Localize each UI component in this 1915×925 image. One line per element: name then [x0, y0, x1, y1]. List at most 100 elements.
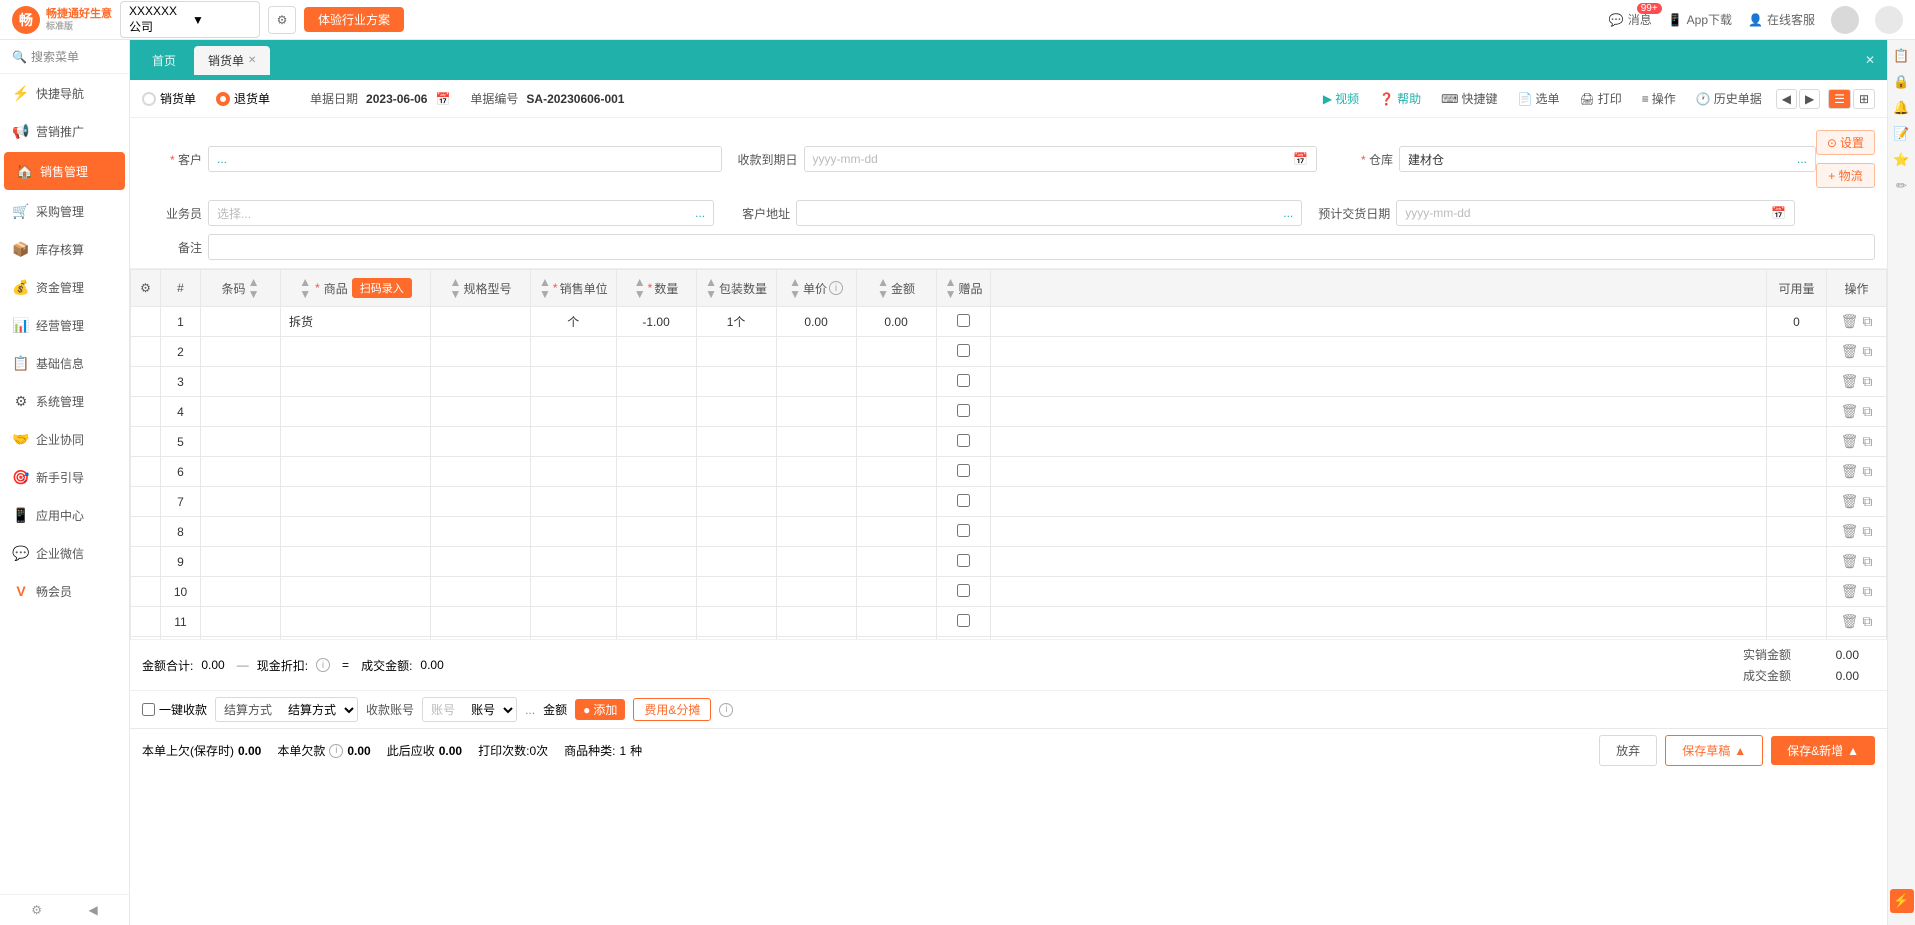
sidebar-item-guide[interactable]: 🎯 新手引导 [0, 458, 129, 496]
customer-addr-input[interactable]: ... [796, 200, 1302, 226]
add-payment-btn[interactable]: ● 添加 [575, 699, 625, 720]
due-date-input[interactable]: yyyy-mm-dd 📅 [804, 146, 1317, 172]
delete-row-icon[interactable]: 🗑 [1841, 463, 1859, 480]
settings-icon[interactable]: ⚙ [268, 6, 296, 34]
sidebar-item-appstore[interactable]: 📱 应用中心 [0, 496, 129, 534]
sidebar-item-enterprise[interactable]: 🤝 企业协同 [0, 420, 129, 458]
delete-row-icon[interactable]: 🗑 [1841, 553, 1859, 570]
rp-bell-icon[interactable]: 🔔 [1890, 96, 1914, 120]
avatar-extra[interactable] [1875, 6, 1903, 34]
gift-checkbox[interactable] [957, 314, 970, 327]
toolbar-operations-btn[interactable]: ≡ 操作 [1636, 88, 1682, 109]
sidebar-collapse-btn[interactable]: ◀ [89, 903, 98, 917]
one-click-input[interactable] [142, 703, 155, 716]
settings-button[interactable]: ⊙ 设置 [1816, 130, 1875, 155]
messages-btn[interactable]: 💬 消息 99+ [1609, 11, 1652, 28]
one-click-checkbox[interactable]: 一键收款 [142, 701, 207, 718]
row-gift[interactable] [936, 307, 991, 337]
copy-row-icon[interactable]: ⧉ [1862, 583, 1872, 600]
account-select[interactable]: 账号 账号 [422, 697, 517, 722]
view-grid-btn[interactable]: ⊞ [1853, 89, 1875, 109]
online-service-btn[interactable]: 👤 在线客服 [1748, 11, 1815, 28]
sidebar-item-operations[interactable]: 📊 经营管理 [0, 306, 129, 344]
rp-edit-icon[interactable]: 📝 [1890, 122, 1914, 146]
fee-info-icon[interactable]: i [719, 703, 733, 717]
copy-row-icon[interactable]: ⧉ [1862, 463, 1872, 480]
copy-row-icon[interactable]: ⧉ [1862, 523, 1872, 540]
copy-row-icon[interactable]: ⧉ [1862, 343, 1872, 360]
expected-date-cal-icon[interactable]: 📅 [1771, 206, 1786, 220]
tab-close-icon[interactable]: ✕ [248, 55, 256, 66]
row-pkg[interactable]: 1个 [696, 307, 776, 337]
scan-btn[interactable]: 扫码录入 [352, 278, 412, 298]
app-download-btn[interactable]: 📱 App下载 [1668, 11, 1732, 28]
delete-row-icon[interactable]: 🗑 [1841, 583, 1859, 600]
delete-row-icon[interactable]: 🗑 [1841, 613, 1859, 630]
toolbar-shortcuts-btn[interactable]: ⌨ 快捷键 [1435, 88, 1503, 109]
sidebar-item-finance[interactable]: 💰 资金管理 [0, 268, 129, 306]
draft-dropdown-icon[interactable]: ▲ [1734, 744, 1746, 758]
sidebar-item-purchase[interactable]: 🛒 采购管理 [0, 192, 129, 230]
row-amount[interactable]: 0.00 [856, 307, 936, 337]
toolbar-video-btn[interactable]: ▶ 视频 [1317, 88, 1365, 109]
sidebar-item-system[interactable]: ⚙ 系统管理 [0, 382, 129, 420]
due-date-calendar-icon[interactable]: 📅 [1293, 152, 1308, 166]
copy-row-icon[interactable]: ⧉ [1862, 313, 1872, 330]
copy-row-icon[interactable]: ⧉ [1862, 553, 1872, 570]
toolbar-help-btn[interactable]: ❓ 帮助 [1373, 88, 1427, 109]
toolbar-history-btn[interactable]: 🕐 历史单据 [1690, 88, 1768, 109]
sidebar-settings-btn[interactable]: ⚙ [31, 903, 42, 917]
delete-row-icon[interactable]: 🗑 [1841, 313, 1859, 330]
close-all-tabs-btn[interactable]: ✕ [1861, 49, 1879, 71]
tab-home[interactable]: 首页 [138, 46, 190, 75]
sidebar-item-shortcuts[interactable]: ⚡ 快捷导航 [0, 74, 129, 112]
sidebar-item-basic[interactable]: 📋 基础信息 [0, 344, 129, 382]
row-qty[interactable]: -1.00 [616, 307, 696, 337]
row-goods[interactable]: 拆货 [281, 307, 431, 337]
rp-lock-icon[interactable]: 🔒 [1890, 70, 1914, 94]
row-barcode[interactable] [201, 307, 281, 337]
logistics-button[interactable]: + 物流 [1816, 163, 1875, 188]
abandon-btn[interactable]: 放弃 [1599, 735, 1657, 766]
tab-sales-order[interactable]: 销货单 ✕ [194, 46, 270, 75]
rp-notes-icon[interactable]: 📋 [1890, 44, 1914, 68]
save-new-btn[interactable]: 保存&新增 ▲ [1771, 736, 1875, 765]
delete-row-icon[interactable]: 🗑 [1841, 493, 1859, 510]
nav-next-btn[interactable]: ▶ [1799, 89, 1820, 109]
sidebar-item-sales[interactable]: 🏠 销售管理 [4, 152, 125, 190]
radio-sales-order[interactable]: 销货单 [142, 90, 196, 107]
sidebar-item-wechat[interactable]: 💬 企业微信 [0, 534, 129, 572]
copy-row-icon[interactable]: ⧉ [1862, 373, 1872, 390]
company-selector[interactable]: XXXXXX公司 ▼ [120, 1, 260, 38]
th-gear[interactable]: ⚙ [131, 270, 161, 307]
calc-method-select[interactable]: 结算方式 结算方式 [215, 697, 358, 722]
row-price[interactable]: 0.00 [776, 307, 856, 337]
trial-button[interactable]: 体验行业方案 [304, 7, 404, 32]
view-list-btn[interactable]: ☰ [1828, 89, 1851, 109]
radio-return-order[interactable]: 退货单 [216, 90, 270, 107]
toolbar-select-btn[interactable]: 📄 选单 [1511, 88, 1565, 109]
copy-row-icon[interactable]: ⧉ [1862, 613, 1872, 630]
expected-date-input[interactable]: yyyy-mm-dd 📅 [1396, 200, 1795, 226]
save-dropdown-icon[interactable]: ▲ [1847, 744, 1859, 758]
row-unit[interactable]: 个 [531, 307, 617, 337]
delete-row-icon[interactable]: 🗑 [1841, 433, 1859, 450]
discount-info-icon[interactable]: i [316, 658, 330, 672]
sidebar-search[interactable]: 🔍 搜索菜单 [0, 40, 129, 74]
toolbar-print-btn[interactable]: 🖨 打印 [1573, 88, 1627, 109]
delete-row-icon[interactable]: 🗑 [1841, 343, 1859, 360]
salesperson-input[interactable]: 选择... ... [208, 200, 714, 226]
copy-row-icon[interactable]: ⧉ [1862, 403, 1872, 420]
rp-star-icon[interactable]: ⭐ [1890, 148, 1914, 172]
delete-row-icon[interactable]: 🗑 [1841, 523, 1859, 540]
nav-prev-btn[interactable]: ◀ [1776, 89, 1797, 109]
calc-method-dropdown[interactable]: 结算方式 [280, 699, 357, 721]
fee-btn[interactable]: 费用&分摊 [633, 698, 711, 721]
sidebar-item-member[interactable]: V 畅会员 [0, 572, 129, 610]
customer-input[interactable]: ... [208, 146, 722, 172]
row-spec[interactable] [431, 307, 531, 337]
sidebar-item-inventory[interactable]: 📦 库存核算 [0, 230, 129, 268]
account-dropdown[interactable]: 账号 [463, 699, 516, 721]
sidebar-item-marketing[interactable]: 📢 营销推广 [0, 112, 129, 150]
remarks-input[interactable] [208, 234, 1875, 260]
